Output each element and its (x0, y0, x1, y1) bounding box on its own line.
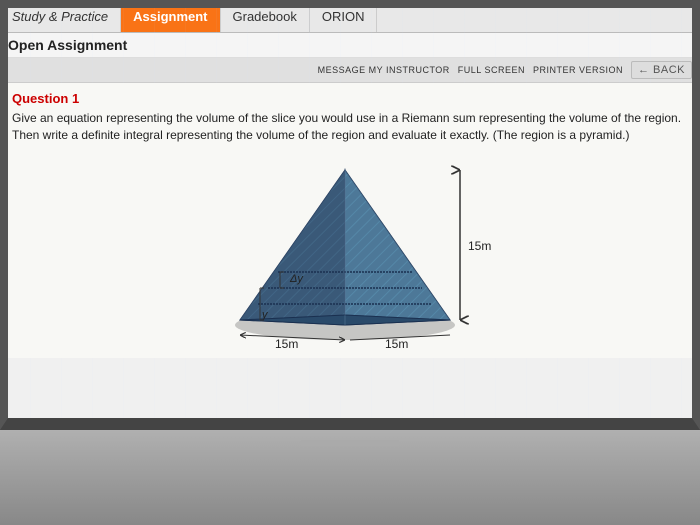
message-instructor-button[interactable]: MESSAGE MY INSTRUCTOR (318, 65, 450, 75)
pyramid-diagram: 15m 15m 15m (190, 150, 510, 350)
full-screen-button[interactable]: FULL SCREEN (458, 65, 525, 75)
pyramid-container: 15m 15m 15m (12, 150, 688, 350)
svg-text:15m: 15m (468, 239, 491, 253)
page-header: Open Assignment (0, 33, 700, 58)
question-text: Give an equation representing the volume… (12, 110, 688, 144)
svg-text:15m: 15m (385, 337, 408, 350)
action-bar: MESSAGE MY INSTRUCTOR FULL SCREEN PRINTE… (0, 58, 700, 83)
tab-gradebook[interactable]: Gradebook (221, 0, 310, 32)
svg-text:Δy: Δy (289, 273, 304, 285)
tab-assignment[interactable]: Assignment (121, 0, 220, 32)
svg-text:15m: 15m (275, 337, 298, 350)
printer-version-button[interactable]: PRINTER VERSION (533, 65, 623, 75)
tab-study-practice[interactable]: Study & Practice (0, 0, 121, 32)
back-button[interactable]: ← BACK (631, 61, 692, 79)
question-label: Question 1 (12, 91, 688, 106)
top-navigation: Study & Practice Assignment Gradebook OR… (0, 0, 700, 33)
tab-orion[interactable]: ORION (310, 0, 378, 32)
laptop-body (0, 430, 700, 525)
main-content: Question 1 Give an equation representing… (0, 83, 700, 358)
